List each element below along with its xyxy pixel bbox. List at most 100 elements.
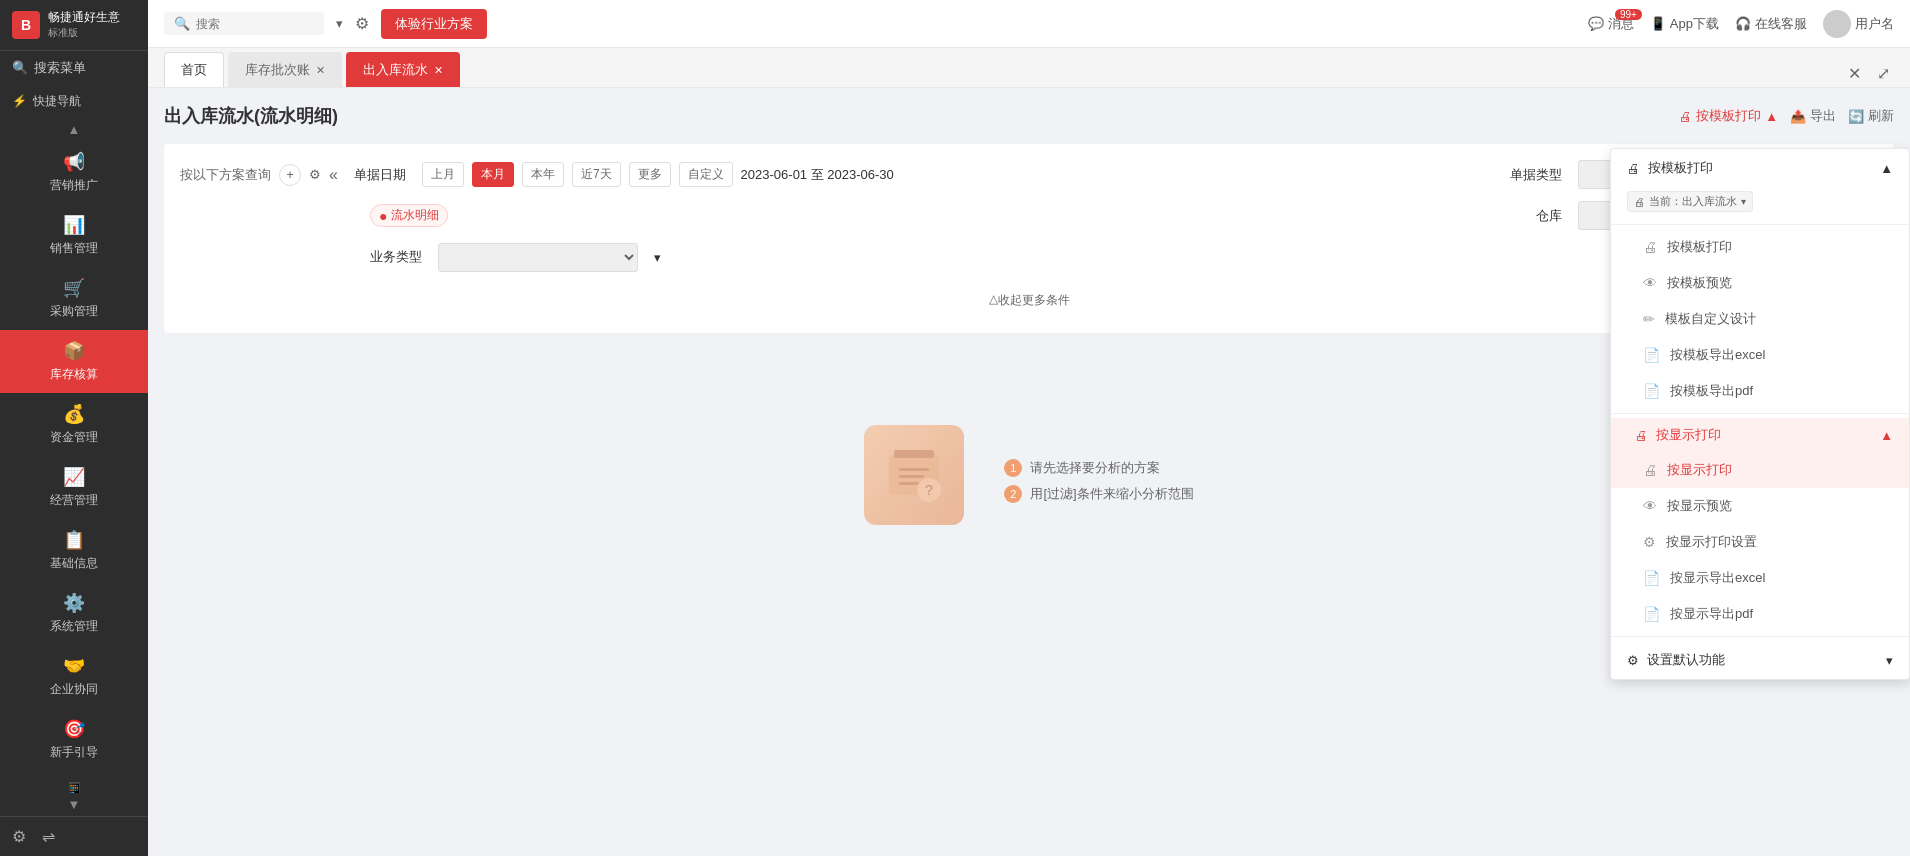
default-settings-item[interactable]: ⚙ 设置默认功能 ▾ <box>1611 641 1909 679</box>
step-2-text: 用[过滤]条件来缩小分析范围 <box>1030 485 1193 503</box>
display-settings-label: 按显示打印设置 <box>1666 533 1757 551</box>
template-excel-item[interactable]: 📄 按模板导出excel <box>1611 337 1909 373</box>
app-subtitle: 标准版 <box>48 26 120 40</box>
app-download-label: App下载 <box>1670 15 1719 33</box>
display-print-item[interactable]: 🖨 按显示打印 <box>1611 452 1909 488</box>
sidebar-item-enterprise[interactable]: 🤝 企业协同 <box>0 645 148 708</box>
business-type-select[interactable] <box>438 243 638 272</box>
display-pdf-icon: 📄 <box>1643 606 1660 622</box>
date-btn-7days[interactable]: 近7天 <box>572 162 621 187</box>
template-items: 🖨 按模板打印 👁 按模板预览 ✏ 模板自定义设计 📄 按模板导出excel 📄 <box>1611 229 1909 409</box>
export-icon: 📤 <box>1790 109 1806 124</box>
messages-btn[interactable]: 💬 消息 99+ <box>1588 15 1634 33</box>
trial-btn[interactable]: 体验行业方案 <box>381 9 487 39</box>
sidebar-item-purchase[interactable]: 🛒 采购管理 <box>0 267 148 330</box>
date-btn-more[interactable]: 更多 <box>629 162 671 187</box>
search-input[interactable] <box>196 17 296 31</box>
current-filter-tag[interactable]: ● 流水明细 <box>370 204 448 227</box>
display-pdf-item[interactable]: 📄 按显示导出pdf <box>1611 596 1909 632</box>
sidebar-bottom: ⚙ ⇌ <box>0 816 148 856</box>
date-btn-this-month[interactable]: 本月 <box>472 162 514 187</box>
app-center-icon: 📱 <box>63 781 85 793</box>
system-icon: ⚙️ <box>63 592 85 614</box>
template-custom-item[interactable]: ✏ 模板自定义设计 <box>1611 301 1909 337</box>
empty-step-2: 2 用[过滤]条件来缩小分析范围 <box>1004 485 1193 503</box>
sidebar-logo: B 畅捷通好生意 标准版 <box>0 0 148 51</box>
print-template-btn[interactable]: 🖨 按模板打印 ▲ <box>1679 107 1778 125</box>
tab-flow-close[interactable]: ✕ <box>434 64 443 77</box>
tab-batch-close[interactable]: ✕ <box>316 64 325 77</box>
sidebar-item-finance[interactable]: 💰 资金管理 <box>0 393 148 456</box>
sidebar-item-system[interactable]: ⚙️ 系统管理 <box>0 582 148 645</box>
export-btn[interactable]: 📤 导出 <box>1790 107 1836 125</box>
filter-by-label: 按以下方案查询 + ⚙ « <box>180 164 338 186</box>
quick-nav-label: 快捷导航 <box>33 93 81 110</box>
tab-batch[interactable]: 库存批次账 ✕ <box>228 52 342 87</box>
sidebar-item-label: 销售管理 <box>50 240 98 257</box>
business-type-label: 业务类型 <box>370 248 422 266</box>
page-content: 出入库流水(流水明细) 🖨 按模板打印 ▲ 📤 导出 🔄 刷新 <box>148 88 1910 856</box>
quick-nav[interactable]: ⚡ 快捷导航 <box>0 85 148 118</box>
sidebar-scroll-up[interactable]: ▲ <box>0 118 148 141</box>
template-pdf-item[interactable]: 📄 按模板导出pdf <box>1611 373 1909 409</box>
tab-home[interactable]: 首页 <box>164 52 224 87</box>
svg-rect-2 <box>899 468 929 471</box>
sidebar-collapse-icon[interactable]: ⇌ <box>42 827 55 846</box>
online-service-label: 在线客服 <box>1755 15 1807 33</box>
display-section-header[interactable]: 🖨 按显示打印 ▲ <box>1611 418 1909 452</box>
sidebar-item-sales[interactable]: 📊 销售管理 <box>0 204 148 267</box>
date-btn-custom[interactable]: 自定义 <box>679 162 733 187</box>
divider-2 <box>1611 413 1909 414</box>
refresh-btn[interactable]: 🔄 刷新 <box>1848 107 1894 125</box>
template-print-icon: 🖨 <box>1643 239 1657 255</box>
date-btn-last-month[interactable]: 上月 <box>422 162 464 187</box>
user-avatar[interactable]: 用户名 <box>1823 10 1894 38</box>
sales-icon: 📊 <box>63 214 85 236</box>
expand-window-icon[interactable]: ⤢ <box>1873 60 1894 87</box>
template-print-item[interactable]: 🖨 按模板打印 <box>1611 229 1909 265</box>
current-tag-label: 当前：出入库流水 <box>1649 194 1737 209</box>
close-window-icon[interactable]: ✕ <box>1844 60 1865 87</box>
filter-collapse-icon[interactable]: « <box>329 166 338 184</box>
dropdown-main-header[interactable]: 🖨 按模板打印 ▲ <box>1611 149 1909 187</box>
empty-steps: 1 请先选择要分析的方案 2 用[过滤]条件来缩小分析范围 <box>1004 459 1193 511</box>
sidebar-item-label: 采购管理 <box>50 303 98 320</box>
current-template-tag[interactable]: 🖨 当前：出入库流水 ▾ <box>1627 191 1753 212</box>
sidebar-item-app-center[interactable]: 📱 应用中心 <box>0 771 148 793</box>
sidebar-scroll-down[interactable]: ▼ <box>0 793 148 816</box>
filter-add-btn[interactable]: + <box>279 164 301 186</box>
main-area: 🔍 ▾ ⚙ 体验行业方案 💬 消息 99+ 📱 App下载 🎧 在线客服 用户名 <box>148 0 1910 856</box>
window-controls: ✕ ⤢ <box>1844 60 1894 87</box>
enterprise-icon: 🤝 <box>63 655 85 677</box>
sidebar-item-inventory[interactable]: 📦 库存核算 <box>0 330 148 393</box>
sidebar-search[interactable]: 🔍 搜索菜单 <box>0 51 148 85</box>
sidebar-item-basic[interactable]: 📋 基础信息 <box>0 519 148 582</box>
topbar-settings-icon[interactable]: ⚙ <box>355 14 369 33</box>
filter-gear-icon[interactable]: ⚙ <box>309 167 321 182</box>
svg-text:?: ? <box>925 482 933 498</box>
svg-rect-4 <box>899 482 919 485</box>
sidebar-settings-icon[interactable]: ⚙ <box>12 827 26 846</box>
refresh-label: 刷新 <box>1868 107 1894 125</box>
sidebar-item-label: 库存核算 <box>50 366 98 383</box>
svg-rect-3 <box>899 475 924 478</box>
template-preview-item[interactable]: 👁 按模板预览 <box>1611 265 1909 301</box>
online-service-btn[interactable]: 🎧 在线客服 <box>1735 15 1807 33</box>
display-preview-item[interactable]: 👁 按显示预览 <box>1611 488 1909 524</box>
sidebar-item-guide[interactable]: 🎯 新手引导 <box>0 708 148 771</box>
display-excel-item[interactable]: 📄 按显示导出excel <box>1611 560 1909 596</box>
dropdown-print-icon: 🖨 <box>1627 161 1640 176</box>
display-section-icon: 🖨 <box>1635 428 1648 443</box>
sidebar-item-operation[interactable]: 📈 经营管理 <box>0 456 148 519</box>
sidebar-item-marketing[interactable]: 📢 营销推广 <box>0 141 148 204</box>
date-btn-this-year[interactable]: 本年 <box>522 162 564 187</box>
app-logo-icon: B <box>12 11 40 39</box>
topbar-search-box[interactable]: 🔍 <box>164 12 324 35</box>
display-section-arrow: ▲ <box>1880 428 1893 443</box>
tab-flow[interactable]: 出入库流水 ✕ <box>346 52 460 87</box>
app-download-btn[interactable]: 📱 App下载 <box>1650 15 1719 33</box>
topbar-dropdown-arrow[interactable]: ▾ <box>336 16 343 31</box>
messages-badge: 99+ <box>1615 9 1642 20</box>
display-settings-item[interactable]: ⚙ 按显示打印设置 <box>1611 524 1909 560</box>
messages-icon: 💬 <box>1588 16 1604 31</box>
